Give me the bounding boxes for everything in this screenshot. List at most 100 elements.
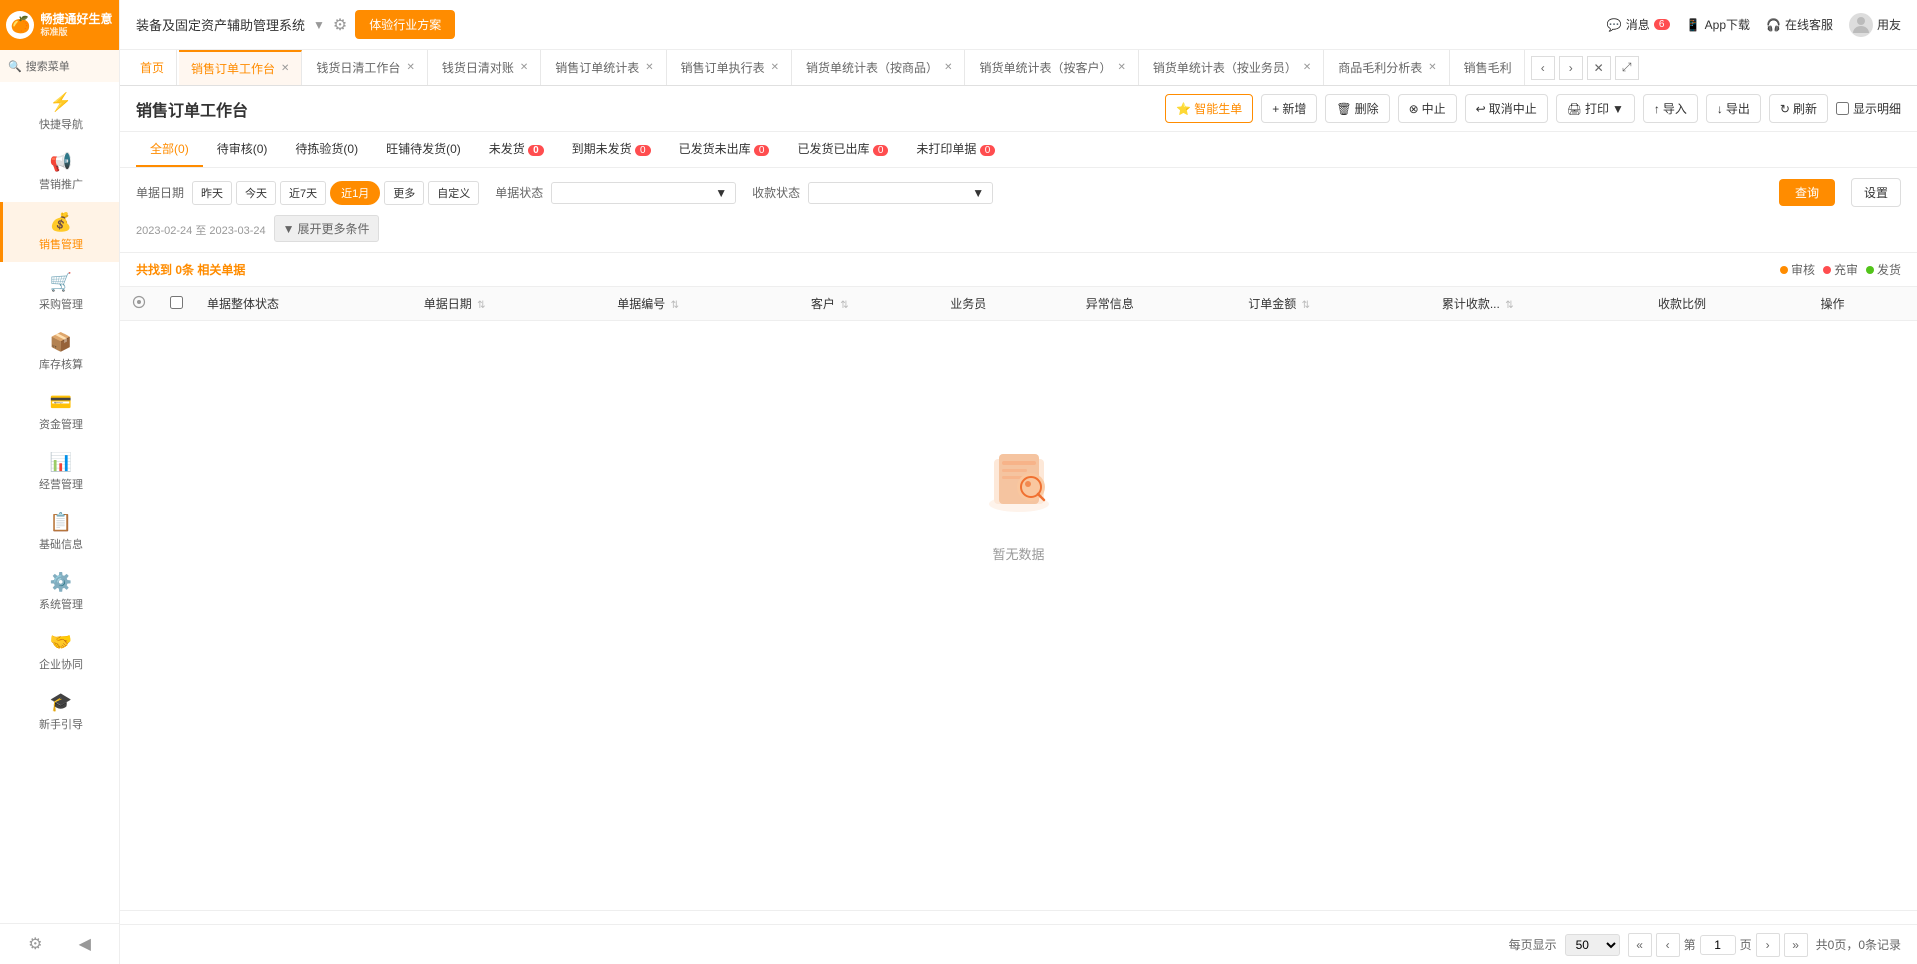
sidebar-settings-btn[interactable]: ⚙ — [28, 934, 42, 954]
approve-action[interactable]: 审核 — [1780, 261, 1815, 278]
tab-close-icon[interactable]: ✕ — [944, 62, 952, 73]
sidebar-item-operation[interactable]: 📊 经营管理 — [0, 442, 119, 502]
filter-tab-all[interactable]: 全部(0) — [136, 132, 203, 167]
tab-sales-staff[interactable]: 销货单统计表（按业务员） ✕ — [1141, 50, 1324, 86]
status-input-wrap[interactable]: ▼ — [551, 182, 736, 204]
th-checkbox[interactable] — [158, 287, 195, 321]
print-button[interactable]: 🖨 打印 ▼ — [1556, 94, 1635, 123]
tab-sales-profit[interactable]: 销售毛利 — [1452, 50, 1525, 86]
toolbar-left: 销售订单工作台 — [136, 97, 248, 121]
select-all-checkbox[interactable] — [170, 296, 183, 309]
payment-input[interactable] — [817, 186, 972, 200]
new-button[interactable]: + 新增 — [1261, 94, 1317, 123]
query-button[interactable]: 查询 — [1779, 179, 1835, 206]
filter-tab-overdue[interactable]: 到期未发货 0 — [558, 132, 665, 167]
th-customer[interactable]: 客户 ⇅ — [799, 287, 938, 321]
industry-solution-button[interactable]: 体验行业方案 — [355, 10, 455, 39]
sidebar-item-sales[interactable]: 💰 销售管理 — [0, 202, 119, 262]
date-option-7days[interactable]: 近7天 — [280, 181, 326, 205]
online-service-item[interactable]: 🎧 在线客服 — [1766, 16, 1833, 33]
th-collected[interactable]: 累计收款... ⇅ — [1430, 287, 1646, 321]
search-settings-button[interactable]: 设置 — [1851, 178, 1901, 207]
show-detail-checkbox[interactable] — [1836, 102, 1849, 115]
horizontal-scrollbar[interactable] — [120, 910, 1917, 924]
filter-tab-unsent[interactable]: 未发货 0 — [475, 132, 558, 167]
sidebar-item-inventory[interactable]: 📦 库存核算 — [0, 322, 119, 382]
th-number[interactable]: 单据编号 ⇅ — [605, 287, 799, 321]
system-settings-icon[interactable]: ⚙ — [333, 15, 347, 35]
tab-next-button[interactable]: › — [1559, 56, 1583, 80]
import-button[interactable]: ↑ 导入 — [1643, 94, 1698, 123]
sidebar-item-quick-nav[interactable]: ⚡ 快捷导航 — [0, 82, 119, 142]
date-option-1month[interactable]: 近1月 — [330, 181, 380, 205]
page-prev-button[interactable]: ‹ — [1656, 933, 1680, 957]
sidebar-collapse-btn[interactable]: ◀ — [79, 934, 91, 954]
page-number-input[interactable] — [1700, 935, 1736, 955]
sidebar-item-purchase[interactable]: 🛒 采购管理 — [0, 262, 119, 322]
tab-cash-daily[interactable]: 钱货日清工作台 ✕ — [304, 50, 427, 86]
delete-icon: 🗑 — [1336, 102, 1351, 116]
tab-close-icon[interactable]: ✕ — [406, 62, 414, 73]
refresh-button[interactable]: ↻ 刷新 — [1769, 94, 1828, 123]
sidebar-search[interactable]: 🔍 搜索菜单 — [0, 50, 119, 82]
basic-icon: 📋 — [50, 512, 72, 533]
filter-tab-unprinted[interactable]: 未打印单据 0 — [902, 132, 1009, 167]
app-download-item[interactable]: 📱 App下载 — [1686, 16, 1750, 33]
page-next-button[interactable]: › — [1756, 933, 1780, 957]
page-last-button[interactable]: » — [1784, 933, 1808, 957]
stop-button[interactable]: ⊗ 中止 — [1398, 94, 1457, 123]
tab-close-icon[interactable]: ✕ — [281, 63, 289, 74]
tab-cash-reconcile[interactable]: 钱货日清对账 ✕ — [430, 50, 541, 86]
export-button[interactable]: ↓ 导出 — [1706, 94, 1761, 123]
filter-tab-wangpu[interactable]: 旺铺待发货(0) — [372, 132, 475, 167]
th-date[interactable]: 单据日期 ⇅ — [412, 287, 606, 321]
payment-input-wrap[interactable]: ▼ — [808, 182, 993, 204]
tab-close-icon[interactable]: ✕ — [1117, 62, 1125, 73]
tab-home[interactable]: 首页 — [128, 50, 177, 86]
user-area[interactable]: 用友 — [1849, 13, 1901, 37]
tab-close-all-button[interactable]: ✕ — [1587, 56, 1611, 80]
th-amount[interactable]: 订单金额 ⇅ — [1236, 287, 1430, 321]
tab-close-icon[interactable]: ✕ — [1303, 62, 1311, 73]
sidebar-item-system[interactable]: ⚙️ 系统管理 — [0, 562, 119, 622]
delete-button[interactable]: 🗑 删除 — [1325, 94, 1389, 123]
expand-conditions-button[interactable]: ▼ 展开更多条件 — [274, 215, 379, 242]
ship-action[interactable]: 发货 — [1866, 261, 1901, 278]
tab-sales-workbench[interactable]: 销售订单工作台 ✕ — [179, 50, 302, 86]
filter-tab-pending[interactable]: 待审核(0) — [203, 132, 282, 167]
tab-prev-button[interactable]: ‹ — [1531, 56, 1555, 80]
smart-create-button[interactable]: ⭐ 智能生单 — [1165, 94, 1253, 123]
sidebar-item-cooperation[interactable]: 🤝 企业协同 — [0, 622, 119, 682]
filter-tab-pending-check[interactable]: 待拣验货(0) — [281, 132, 372, 167]
tab-close-icon[interactable]: ✕ — [1428, 62, 1436, 73]
show-detail-label[interactable]: 显示明细 — [1836, 100, 1901, 117]
tab-close-icon[interactable]: ✕ — [645, 62, 653, 73]
status-input[interactable] — [560, 186, 715, 200]
sidebar-item-basic[interactable]: 📋 基础信息 — [0, 502, 119, 562]
payment-field: 收款状态 ▼ — [752, 182, 993, 204]
date-option-today[interactable]: 今天 — [236, 181, 276, 205]
sidebar-item-finance[interactable]: 💳 资金管理 — [0, 382, 119, 442]
tab-margin-analysis[interactable]: 商品毛利分析表 ✕ — [1326, 50, 1449, 86]
reject-action[interactable]: 充审 — [1823, 261, 1858, 278]
th-staff[interactable]: 业务员 — [938, 287, 1073, 321]
page-size-select[interactable]: 50 10 20 100 — [1565, 934, 1620, 956]
th-settings[interactable] — [120, 287, 158, 321]
cancel-stop-button[interactable]: ↩ 取消中止 — [1465, 94, 1548, 123]
page-first-button[interactable]: « — [1628, 933, 1652, 957]
filter-tab-sent-not-out[interactable]: 已发货未出库 0 — [665, 132, 784, 167]
tab-sales-product[interactable]: 销货单统计表（按商品） ✕ — [794, 50, 965, 86]
tab-close-icon[interactable]: ✕ — [771, 62, 779, 73]
sidebar-item-guide[interactable]: 🎓 新手引导 — [0, 682, 119, 742]
tab-sales-exec[interactable]: 销售订单执行表 ✕ — [669, 50, 792, 86]
tab-expand-button[interactable]: ⤢ — [1615, 56, 1639, 80]
message-item[interactable]: 💬 消息 6 — [1607, 16, 1670, 33]
filter-tab-sent-out[interactable]: 已发货已出库 0 — [783, 132, 902, 167]
date-option-more[interactable]: 更多 — [384, 181, 424, 205]
tab-close-icon[interactable]: ✕ — [520, 62, 528, 73]
date-option-yesterday[interactable]: 昨天 — [192, 181, 232, 205]
date-option-custom[interactable]: 自定义 — [428, 181, 479, 205]
tab-sales-stat[interactable]: 销售订单统计表 ✕ — [543, 50, 666, 86]
tab-sales-customer[interactable]: 销货单统计表（按客户） ✕ — [967, 50, 1138, 86]
sidebar-item-marketing[interactable]: 📢 营销推广 — [0, 142, 119, 202]
